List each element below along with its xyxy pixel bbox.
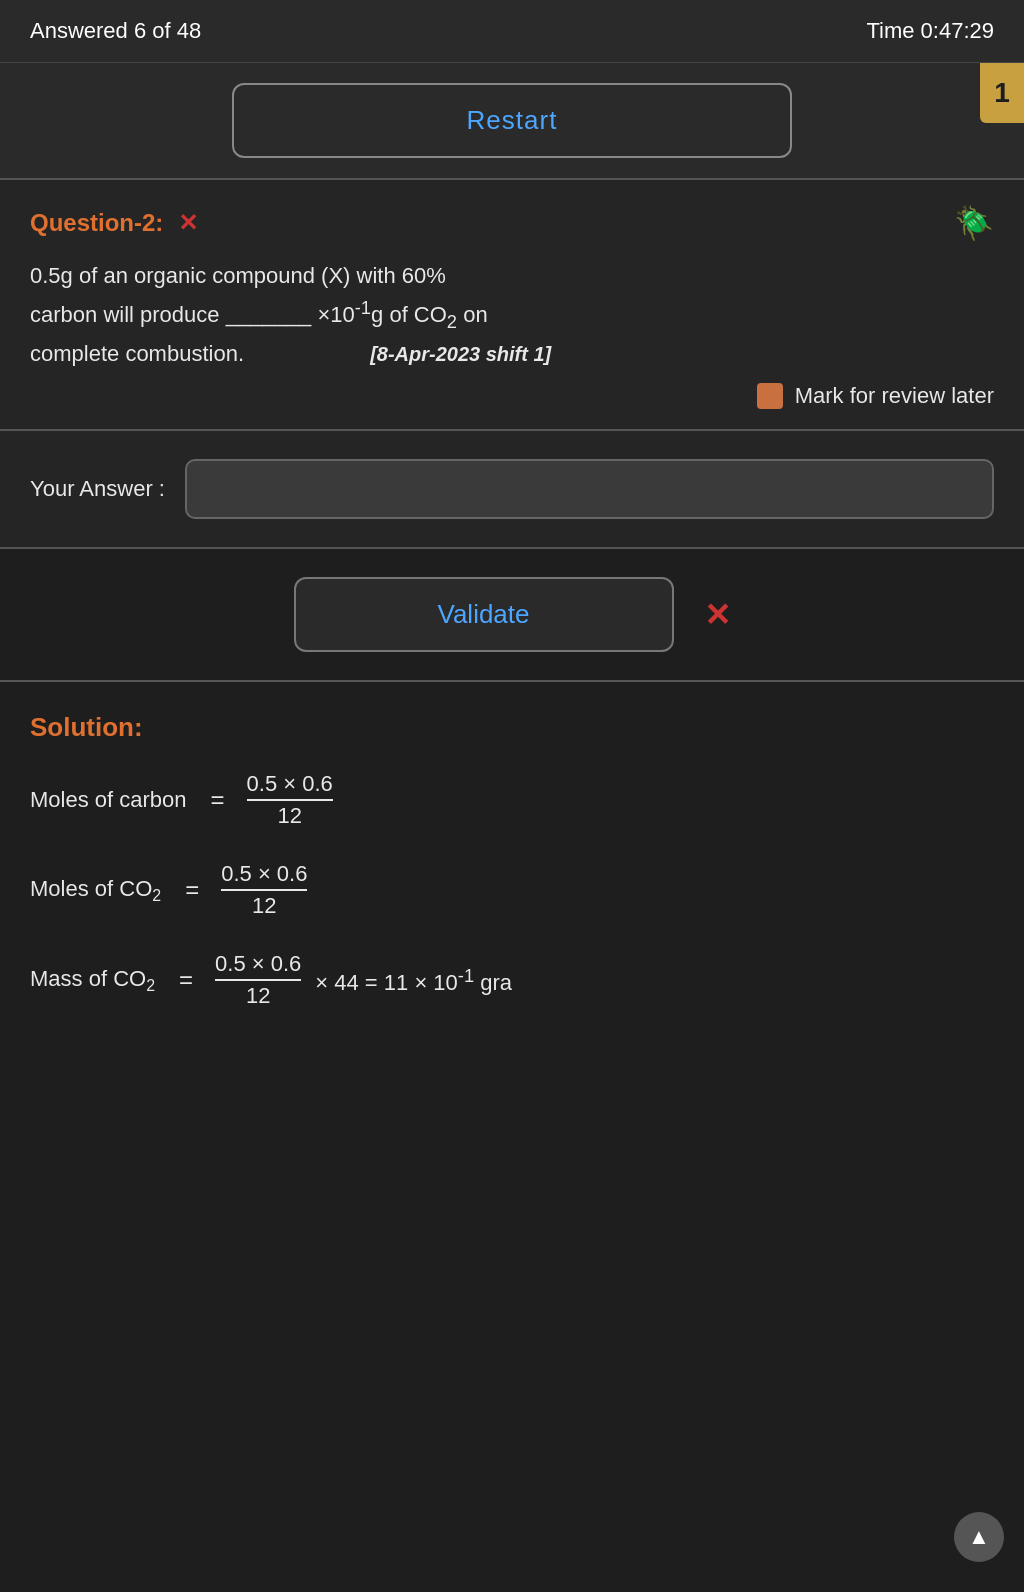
question-title: Question-2: ✕ (30, 209, 198, 237)
solution-section: Solution: Moles of carbon = 0.5 × 0.6 12… (0, 682, 1024, 1081)
validate-button[interactable]: Validate (294, 577, 674, 652)
question-line1: 0.5g of an organic compound (X) with 60% (30, 258, 994, 293)
review-row: Mark for review later (30, 383, 994, 409)
review-label: Mark for review later (795, 383, 994, 409)
question-source: [8-Apr-2023 shift 1] (370, 343, 551, 365)
moles-co2-label: Moles of CO2 (30, 876, 161, 905)
question-line3: complete combustion. [8-Apr-2023 shift 1… (30, 336, 994, 371)
badge: 1 (980, 63, 1024, 123)
moles-co2-denominator: 12 (252, 891, 276, 919)
validate-x-mark: ✕ (704, 596, 731, 634)
answered-label: Answered 6 of 48 (30, 18, 201, 44)
mass-co2-label: Mass of CO2 (30, 966, 155, 995)
question-section: Question-2: ✕ 🪲 0.5g of an organic compo… (0, 180, 1024, 431)
question-x-mark: ✕ (178, 209, 198, 236)
answer-input[interactable] (185, 459, 994, 519)
timer-label: Time 0:47:29 (866, 18, 994, 44)
review-checkbox[interactable] (757, 383, 783, 409)
solution-title: Solution: (30, 712, 994, 743)
moles-co2-numerator: 0.5 × 0.6 (221, 861, 307, 891)
moles-co2-fraction: 0.5 × 0.6 12 (221, 861, 307, 919)
bug-icon: 🪲 (954, 204, 994, 242)
moles-carbon-row: Moles of carbon = 0.5 × 0.6 12 (30, 771, 994, 829)
mass-co2-denominator: 12 (246, 981, 270, 1009)
question-body: 0.5g of an organic compound (X) with 60%… (30, 258, 994, 371)
moles-carbon-denominator: 12 (277, 801, 301, 829)
answer-section: Your Answer : (0, 431, 1024, 549)
top-section: Restart 1 (0, 63, 1024, 180)
mass-co2-row: Mass of CO2 = 0.5 × 0.6 12 × 44 = 11 × 1… (30, 951, 994, 1009)
restart-button[interactable]: Restart (232, 83, 792, 158)
moles-co2-row: Moles of CO2 = 0.5 × 0.6 12 (30, 861, 994, 919)
answer-label: Your Answer : (30, 476, 165, 502)
question-header: Question-2: ✕ 🪲 (30, 204, 994, 242)
mass-co2-rest: × 44 = 11 × 10-1 gra (315, 965, 512, 996)
scroll-top-button[interactable]: ▲ (954, 1512, 1004, 1562)
moles-carbon-fraction: 0.5 × 0.6 12 (247, 771, 333, 829)
mass-co2-numerator: 0.5 × 0.6 (215, 951, 301, 981)
validate-section: Validate ✕ (0, 549, 1024, 682)
mass-co2-fraction: 0.5 × 0.6 12 (215, 951, 301, 1009)
moles-carbon-label: Moles of carbon (30, 787, 187, 813)
moles-carbon-numerator: 0.5 × 0.6 (247, 771, 333, 801)
question-line2: carbon will produce _______ ×10-1g of CO… (30, 293, 994, 336)
header: Answered 6 of 48 Time 0:47:29 (0, 0, 1024, 63)
